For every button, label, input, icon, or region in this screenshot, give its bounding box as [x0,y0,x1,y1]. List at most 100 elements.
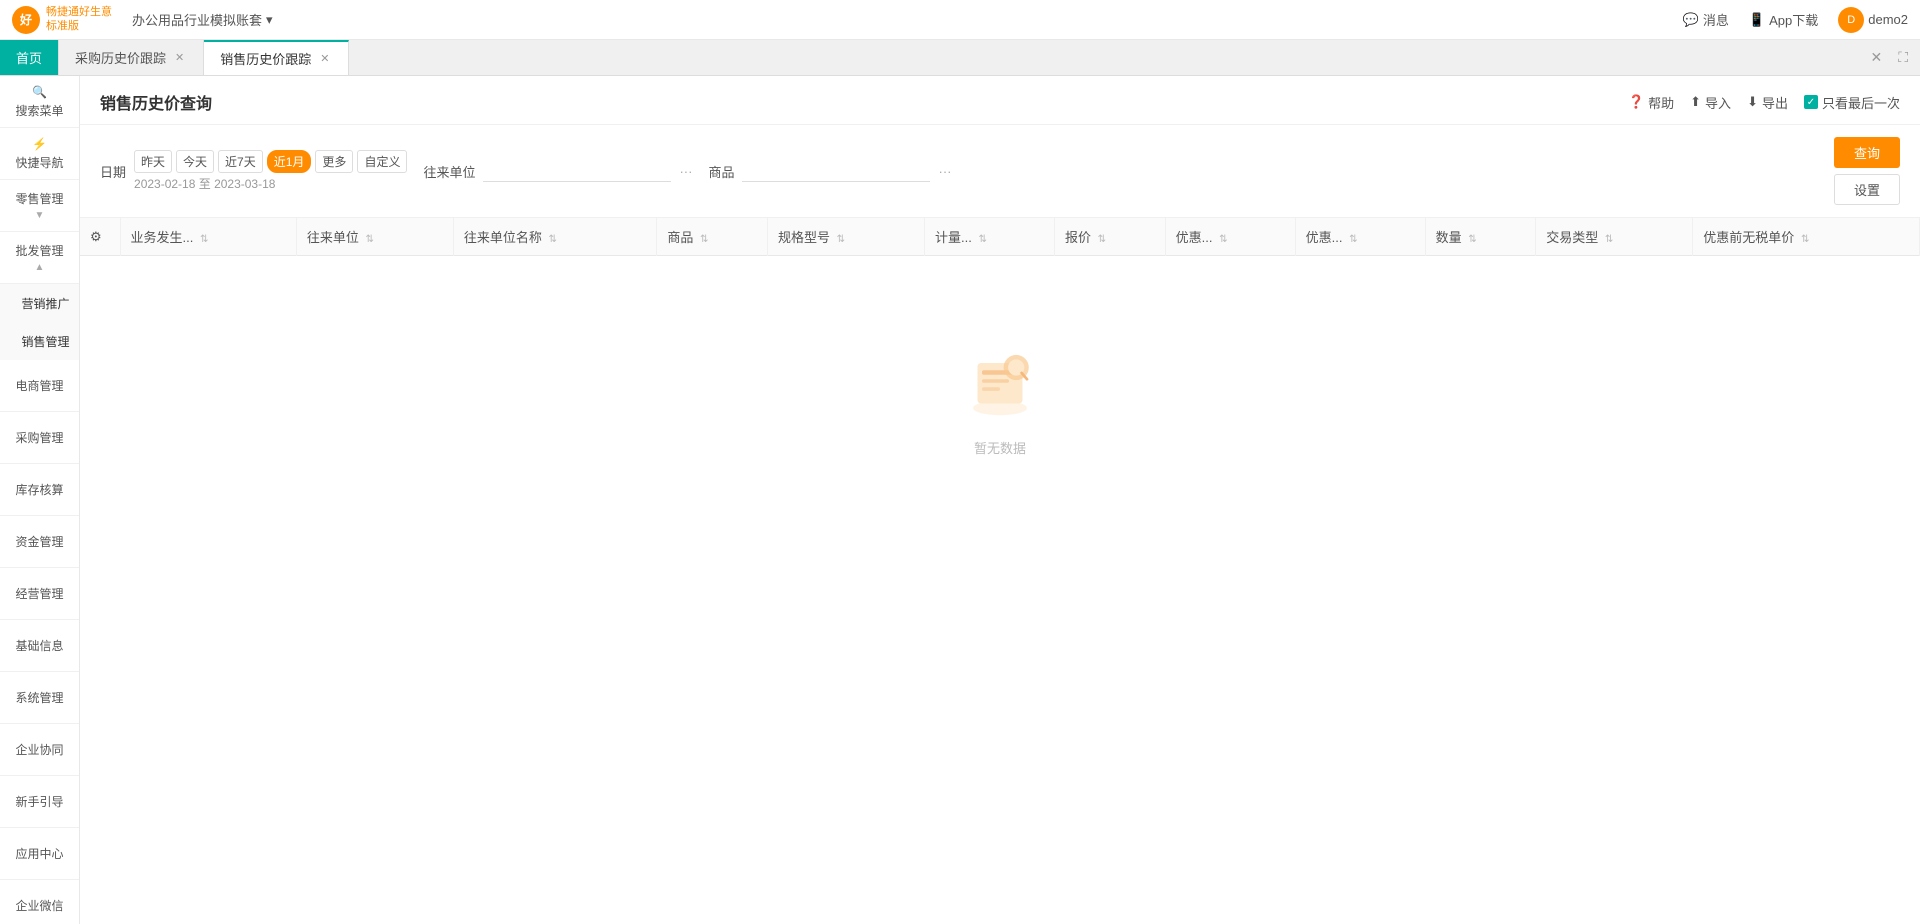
col-price-no-tax[interactable]: 优惠前无税单价 ⇅ [1693,218,1920,256]
col-quote[interactable]: 报价 ⇅ [1055,218,1166,256]
close-all-tabs-button[interactable]: ✕ [1866,47,1886,68]
page-title: 销售历史价查询 [100,90,212,114]
sort-icon: ⇅ [1605,234,1613,245]
export-button[interactable]: ⬇ 导出 [1747,93,1788,112]
tab-purchase-close[interactable]: ✕ [172,50,187,65]
date-filter-group: 日期 昨天 今天 近7天 近1月 更多 自定义 2023-02-18 至 202… [100,150,407,192]
product-lookup-icon[interactable]: ··· [938,164,951,179]
query-button[interactable]: 查询 [1834,137,1900,168]
tab-purchase[interactable]: 采购历史价跟踪 ✕ [59,40,204,75]
logo-icon: 好 [12,6,40,34]
sidebar-item-inventory[interactable]: 库存核算 [0,464,79,516]
col-trade-type[interactable]: 交易类型 ⇅ [1536,218,1693,256]
sidebar-item-marketing[interactable]: 营销推广 [0,284,79,322]
tab-sales-close[interactable]: ✕ [317,51,332,66]
sidebar-item-wholesale[interactable]: 批发管理 ▲ [0,232,79,284]
empty-illustration [955,336,1045,426]
col-discount1[interactable]: 优惠... ⇅ [1165,218,1295,256]
content-area: 销售历史价查询 ❓ 帮助 ⬆ 导入 ⬇ 导出 ✓ 只看最后一次 [80,76,1920,924]
chevron-down-icon: ▾ [266,12,273,28]
gear-icon[interactable]: ⚙ [90,229,102,244]
sidebar-sub-wholesale: 营销推广 销售管理 [0,284,79,360]
sidebar-item-apps[interactable]: 应用中心 [0,828,79,880]
partner-input[interactable] [483,160,671,182]
filter-right-buttons: 查询 设置 [1834,137,1900,205]
sidebar-item-purchase[interactable]: 采购管理 [0,412,79,464]
date-range-display: 2023-02-18 至 2023-03-18 [134,175,407,192]
tab-home[interactable]: 首页 [0,40,59,75]
sidebar-item-coop[interactable]: 企业协同 [0,724,79,776]
sidebar-item-guide[interactable]: 新手引导 [0,776,79,828]
col-unit[interactable]: 计量... ⇅ [925,218,1055,256]
date-btn-today[interactable]: 今天 [176,150,214,173]
sidebar-item-ops[interactable]: 经营管理 [0,568,79,620]
logo: 好 畅捷通好生意 标准版 [12,6,112,34]
sidebar-item-search[interactable]: 🔍 搜索菜单 [0,76,79,128]
top-bar: 好 畅捷通好生意 标准版 办公用品行业模拟账套 ▾ 💬 消息 📱 App下载 D… [0,0,1920,40]
sort-icon: ⇅ [549,234,557,245]
top-bar-right: 💬 消息 📱 App下载 D demo2 [1683,7,1908,33]
sort-icon: ⇅ [200,234,208,245]
table-container: ⚙ 业务发生... ⇅ 往来单位 ⇅ 往来单位名称 ⇅ [80,218,1920,924]
filter-area: 日期 昨天 今天 近7天 近1月 更多 自定义 2023-02-18 至 202… [80,125,1920,218]
date-btn-more[interactable]: 更多 [315,150,353,173]
sort-icon: ⇅ [979,234,987,245]
sidebar-item-sales-mgmt[interactable]: 销售管理 [0,322,79,360]
search-icon: 🔍 [32,85,47,99]
chevron-up-icon: ▲ [35,262,45,273]
col-partner-code[interactable]: 往来单位 ⇅ [296,218,453,256]
expand-button[interactable]: ⛶ [1894,47,1912,68]
help-icon: ❓ [1628,94,1644,110]
tab-sales[interactable]: 销售历史价跟踪 ✕ [204,40,349,75]
checkbox-icon: ✓ [1804,95,1818,109]
sidebar-item-wechat[interactable]: 企业微信 [0,880,79,924]
col-spec[interactable]: 规格型号 ⇅ [767,218,924,256]
tab-purchase-label: 采购历史价跟踪 [75,48,166,67]
message-button[interactable]: 💬 消息 [1683,10,1729,29]
avatar: D [1838,7,1864,33]
col-discount2[interactable]: 优惠... ⇅ [1295,218,1425,256]
date-btn-7days[interactable]: 近7天 [218,150,263,173]
sort-icon: ⇅ [700,234,708,245]
page-header-actions: ❓ 帮助 ⬆ 导入 ⬇ 导出 ✓ 只看最后一次 [1628,93,1900,112]
sidebar-item-finance[interactable]: 资金管理 [0,516,79,568]
app-download-button[interactable]: 📱 App下载 [1749,10,1818,29]
sidebar-item-retail[interactable]: 零售管理 ▼ [0,180,79,232]
product-input[interactable] [742,160,930,182]
tab-bar: 首页 采购历史价跟踪 ✕ 销售历史价跟踪 ✕ ✕ ⛶ [0,40,1920,76]
import-button[interactable]: ⬆ 导入 [1690,93,1731,112]
sort-icon: ⇅ [1801,234,1809,245]
product-filter-label: 商品 [708,162,734,181]
logo-text: 畅捷通好生意 标准版 [46,6,112,32]
tab-bar-actions: ✕ ⛶ [1866,40,1920,75]
account-selector[interactable]: 办公用品行业模拟账套 ▾ [132,10,1683,29]
col-biz-date[interactable]: 业务发生... ⇅ [120,218,296,256]
sort-icon: ⇅ [1468,234,1476,245]
date-btn-custom[interactable]: 自定义 [357,150,407,173]
sidebar-item-ecommerce[interactable]: 电商管理 [0,360,79,412]
col-partner-name[interactable]: 往来单位名称 ⇅ [453,218,656,256]
user-menu[interactable]: D demo2 [1838,7,1908,33]
table-header-row: ⚙ 业务发生... ⇅ 往来单位 ⇅ 往来单位名称 ⇅ [80,218,1920,256]
sort-icon: ⇅ [366,234,374,245]
tab-sales-label: 销售历史价跟踪 [220,49,311,68]
only-last-checkbox[interactable]: ✓ 只看最后一次 [1804,93,1900,112]
date-btn-1month[interactable]: 近1月 [267,150,312,173]
sidebar-item-basic[interactable]: 基础信息 [0,620,79,672]
date-btn-yesterday[interactable]: 昨天 [134,150,172,173]
partner-lookup-icon[interactable]: ··· [679,164,692,179]
col-settings[interactable]: ⚙ [80,218,120,256]
import-icon: ⬆ [1690,94,1701,110]
col-quantity[interactable]: 数量 ⇅ [1425,218,1536,256]
data-table: ⚙ 业务发生... ⇅ 往来单位 ⇅ 往来单位名称 ⇅ [80,218,1920,256]
sort-icon: ⇅ [1098,234,1106,245]
settings-button[interactable]: 设置 [1834,174,1900,205]
sidebar-item-system[interactable]: 系统管理 [0,672,79,724]
empty-text: 暂无数据 [974,438,1026,457]
sidebar-item-quick[interactable]: ⚡ 快捷导航 [0,128,79,180]
phone-icon: 📱 [1749,12,1765,28]
col-product[interactable]: 商品 ⇅ [657,218,768,256]
partner-filter-label: 往来单位 [423,162,475,181]
help-button[interactable]: ❓ 帮助 [1628,93,1674,112]
empty-state: 暂无数据 [80,256,1920,537]
